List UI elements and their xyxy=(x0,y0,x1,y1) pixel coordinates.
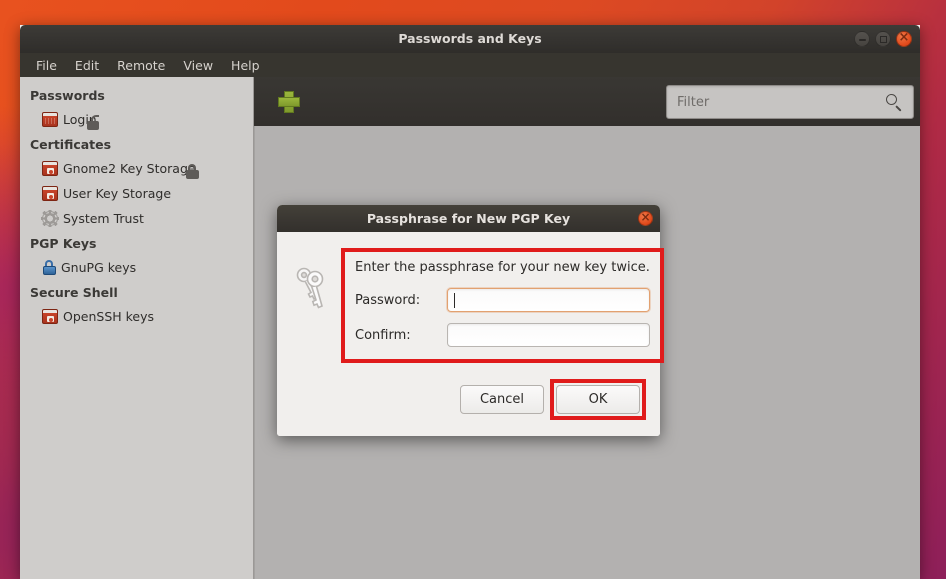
passphrase-form-highlight: Enter the passphrase for your new key tw… xyxy=(341,248,664,363)
gear-icon xyxy=(42,211,58,226)
menu-file[interactable]: File xyxy=(28,56,65,75)
sidebar-group-secure-shell: Secure Shell xyxy=(30,285,118,300)
add-new-item-button[interactable] xyxy=(276,89,302,115)
window-titlebar[interactable]: Passwords and Keys xyxy=(20,25,920,53)
dialog-title: Passphrase for New PGP Key xyxy=(366,211,571,226)
window-controls xyxy=(854,30,912,47)
passphrase-dialog: Passphrase for New PGP Key Enter t xyxy=(277,205,664,436)
dialog-actions: Cancel OK xyxy=(277,373,660,436)
dialog-titlebar[interactable]: Passphrase for New PGP Key xyxy=(277,205,660,232)
lock-closed-icon xyxy=(185,164,199,179)
minimize-button[interactable] xyxy=(854,31,870,47)
menu-help[interactable]: Help xyxy=(223,56,268,75)
toolbar xyxy=(254,77,920,126)
ok-button-highlight: OK xyxy=(550,379,646,420)
confirm-label: Confirm: xyxy=(355,327,411,343)
sidebar-group-certificates: Certificates xyxy=(30,137,112,152)
sidebar-item-openssh-keys[interactable]: OpenSSH keys xyxy=(20,304,253,329)
confirm-field-row: Confirm: xyxy=(355,323,650,347)
sidebar-item-login[interactable]: Login xyxy=(20,107,253,132)
desktop-background: Passwords and Keys File Edit Remote View… xyxy=(0,0,946,579)
certificate-folder-icon xyxy=(42,186,58,201)
sidebar-group-pgp-keys: PGP Keys xyxy=(30,236,97,251)
sidebar-item-gnome2-key-storage[interactable]: Gnome2 Key Storage xyxy=(20,156,253,181)
sidebar-group-passwords: Passwords xyxy=(30,88,105,103)
search-icon[interactable] xyxy=(883,91,905,113)
sidebar-item-gnupg-keys[interactable]: GnuPG keys xyxy=(20,255,253,280)
dialog-prompt: Enter the passphrase for your new key tw… xyxy=(355,260,650,275)
close-button[interactable] xyxy=(896,30,912,47)
keyring-keys-icon xyxy=(291,248,337,363)
keyring-folder-icon xyxy=(42,112,58,127)
password-input[interactable] xyxy=(447,288,650,312)
sidebar-item-user-key-storage[interactable]: User Key Storage xyxy=(20,181,253,206)
menu-edit[interactable]: Edit xyxy=(67,56,107,75)
certificate-folder-icon xyxy=(42,161,58,176)
filter-search-box[interactable] xyxy=(666,85,914,119)
search-input[interactable] xyxy=(667,94,883,110)
sidebar-item-label: Gnome2 Key Storage xyxy=(63,161,196,176)
sidebar-item-system-trust[interactable]: System Trust xyxy=(20,206,253,231)
plus-icon xyxy=(278,96,300,107)
ok-button[interactable]: OK xyxy=(556,385,640,414)
sidebar-item-label: OpenSSH keys xyxy=(63,309,155,324)
pgp-lock-icon xyxy=(42,260,56,275)
lock-open-icon xyxy=(86,115,100,130)
dialog-body: Enter the passphrase for your new key tw… xyxy=(277,232,664,373)
sidebar-item-label: User Key Storage xyxy=(63,186,172,201)
sidebar-item-label: GnuPG keys xyxy=(61,260,137,275)
confirm-input[interactable] xyxy=(447,323,650,347)
sidebar-item-label: System Trust xyxy=(63,211,144,226)
cancel-button[interactable]: Cancel xyxy=(460,385,544,414)
sidebar: Passwords Login Certificates Gnome2 Key … xyxy=(20,77,254,579)
window-title: Passwords and Keys xyxy=(398,31,542,46)
password-field-row: Password: xyxy=(355,288,650,312)
menu-view[interactable]: View xyxy=(175,56,221,75)
menubar: File Edit Remote View Help xyxy=(20,53,920,77)
certificate-folder-icon xyxy=(42,309,58,324)
close-icon[interactable] xyxy=(638,210,653,226)
menu-remote[interactable]: Remote xyxy=(109,56,173,75)
maximize-button[interactable] xyxy=(875,31,891,47)
text-caret xyxy=(454,293,455,308)
password-label: Password: xyxy=(355,292,421,308)
